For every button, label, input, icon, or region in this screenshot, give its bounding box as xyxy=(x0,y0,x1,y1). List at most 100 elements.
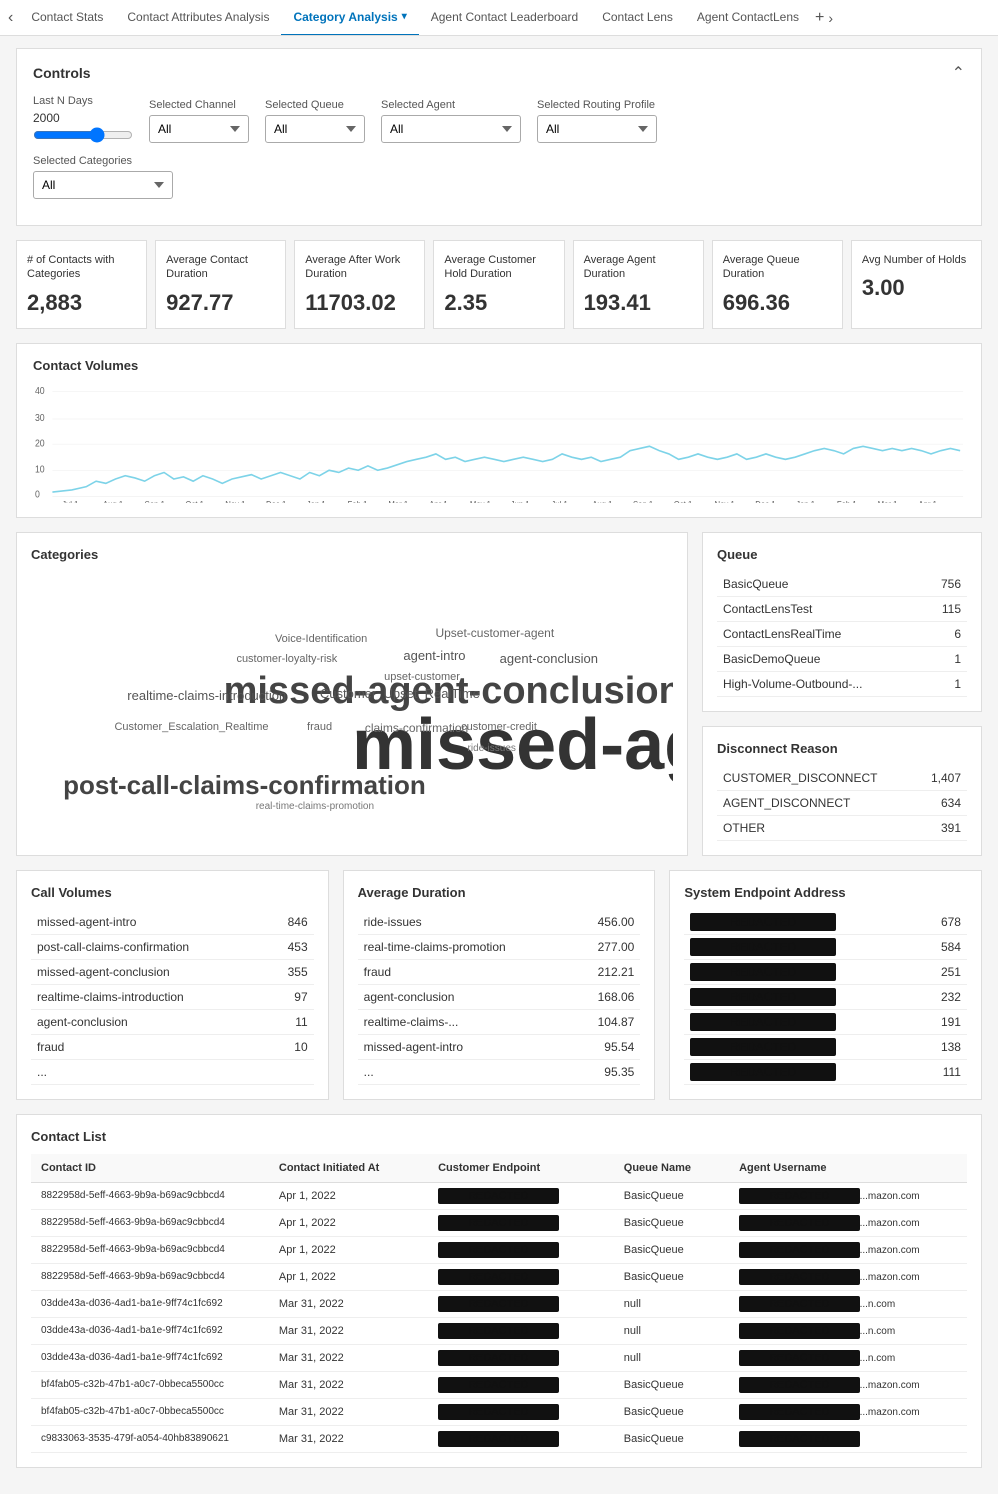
word-cloud-item[interactable]: upset-customer xyxy=(384,672,460,683)
contact-endpoint: REDACTED xyxy=(428,1398,614,1425)
word-cloud-item[interactable]: Upset-customer-agent xyxy=(435,627,554,639)
queue-row: ContactLensRealTime6 xyxy=(717,621,967,646)
selected-agent-group: Selected Agent All xyxy=(381,99,521,143)
contact-queue: BasicQueue xyxy=(614,1371,729,1398)
endpoint-count: 678 xyxy=(919,910,967,935)
word-cloud-item[interactable]: realtime-claims-introduction xyxy=(127,689,286,702)
contact-endpoint: REDACTED xyxy=(428,1425,614,1452)
call-volume-count: 11 xyxy=(267,1009,313,1034)
selected-agent-select[interactable]: All xyxy=(381,115,521,143)
avg-duration-category: agent-conclusion xyxy=(358,984,573,1009)
svg-text:Feb 1..: Feb 1.. xyxy=(348,500,372,503)
queue-table: BasicQueue756ContactLensTest115ContactLe… xyxy=(717,572,967,697)
word-cloud-item[interactable]: Customer_Escalation_Realtime xyxy=(114,722,268,733)
queue-count: 115 xyxy=(923,596,967,621)
queue-name: BasicDemoQueue xyxy=(717,646,923,671)
selected-routing-profile-group: Selected Routing Profile All xyxy=(537,99,657,143)
endpoint-row: REDACTED111 xyxy=(684,1059,967,1084)
contact-row: bf4fab05-c32b-47b1-a0c7-0bbeca5500cc Mar… xyxy=(31,1371,967,1398)
contact-agent: REDACTED...mazon.com xyxy=(729,1209,967,1236)
call-volumes-table: missed-agent-intro846post-call-claims-co… xyxy=(31,910,314,1085)
queue-row: BasicQueue756 xyxy=(717,572,967,597)
tab-category-analysis[interactable]: Category Analysis ▾ xyxy=(281,0,418,36)
metric-avg-queue-label: Average Queue Duration xyxy=(723,253,832,282)
endpoint-count: 138 xyxy=(919,1034,967,1059)
contact-initiated: Apr 1, 2022 xyxy=(269,1263,428,1290)
tab-agent-leaderboard[interactable]: Agent Contact Leaderboard xyxy=(419,0,590,36)
svg-text:Oct 1..: Oct 1.. xyxy=(185,500,208,503)
word-cloud-item[interactable]: claims-confirmation xyxy=(365,722,468,734)
svg-text:30: 30 xyxy=(35,412,45,423)
word-cloud-item[interactable]: Customer_Upset_RealTime xyxy=(320,687,480,700)
svg-text:Dec 1..: Dec 1.. xyxy=(266,500,291,503)
svg-text:Sep 1..: Sep 1.. xyxy=(633,500,658,503)
call-volume-category: post-call-claims-confirmation xyxy=(31,934,267,959)
tab-contact-stats[interactable]: Contact Stats xyxy=(19,0,115,36)
avg-duration-value: 277.00 xyxy=(572,934,640,959)
tab-more-icon[interactable]: › xyxy=(828,10,833,26)
endpoint-address: REDACTED xyxy=(684,984,919,1009)
contact-id: c9833063-3535-479f-a054-40hb83890621 xyxy=(31,1425,269,1452)
tab-contact-attributes[interactable]: Contact Attributes Analysis xyxy=(115,0,281,36)
selected-routing-profile-select[interactable]: All xyxy=(537,115,657,143)
avg-duration-row: ...95.35 xyxy=(358,1059,641,1084)
queue-panel: Queue BasicQueue756ContactLensTest115Con… xyxy=(702,532,982,712)
metric-avg-queue-duration: Average Queue Duration 696.36 xyxy=(712,240,843,329)
col-queue: Queue Name xyxy=(614,1154,729,1183)
endpoint-address: REDACTED xyxy=(684,959,919,984)
queue-name: BasicQueue xyxy=(717,572,923,597)
endpoint-row: REDACTED251 xyxy=(684,959,967,984)
controls-collapse-button[interactable]: ⌃ xyxy=(952,63,965,83)
last-n-days-label: Last N Days xyxy=(33,95,133,107)
word-cloud-item[interactable]: agent-conclusion xyxy=(500,652,598,665)
svg-text:Sep 1..: Sep 1.. xyxy=(145,500,170,503)
endpoint-address: REDACTED xyxy=(684,910,919,935)
queue-count: 1 xyxy=(923,646,967,671)
call-volume-row: post-call-claims-confirmation453 xyxy=(31,934,314,959)
word-cloud-item[interactable]: real-time-claims-promotion xyxy=(256,802,374,812)
contact-initiated: Mar 31, 2022 xyxy=(269,1398,428,1425)
word-cloud-item[interactable]: customer-loyalty-risk xyxy=(236,654,337,665)
svg-text:Apr 1..: Apr 1.. xyxy=(918,500,941,503)
svg-text:Dec 1..: Dec 1.. xyxy=(755,500,780,503)
tab-prev-arrow[interactable]: ‹ xyxy=(8,9,13,27)
system-endpoint-panel: System Endpoint Address REDACTED678REDAC… xyxy=(669,870,982,1100)
selected-categories-select[interactable]: All xyxy=(33,171,173,199)
chart-area: 40 30 20 10 0 Jul 1.. Aug 1.. Sep 1.. Oc… xyxy=(33,383,965,503)
call-volume-row: agent-conclusion11 xyxy=(31,1009,314,1034)
word-cloud-item[interactable]: agent-intro xyxy=(403,649,465,662)
tab-contact-lens[interactable]: Contact Lens xyxy=(590,0,685,36)
selected-channel-select[interactable]: All xyxy=(149,115,249,143)
last-n-days-slider[interactable] xyxy=(33,127,133,143)
disconnect-table: CUSTOMER_DISCONNECT1,407AGENT_DISCONNECT… xyxy=(717,766,967,841)
word-cloud-item[interactable]: fraud xyxy=(307,722,332,733)
selected-queue-label: Selected Queue xyxy=(265,99,365,111)
avg-duration-value: 104.87 xyxy=(572,1009,640,1034)
word-cloud-item[interactable]: ride-issues xyxy=(468,744,516,754)
avg-duration-value: 456.00 xyxy=(572,910,640,935)
word-cloud-item[interactable]: post-call-claims-confirmation xyxy=(63,772,426,798)
contact-endpoint: REDACTED xyxy=(428,1209,614,1236)
add-tab-button[interactable]: + xyxy=(815,9,824,27)
contact-initiated: Mar 31, 2022 xyxy=(269,1371,428,1398)
svg-text:0: 0 xyxy=(35,489,40,500)
selected-queue-select[interactable]: All xyxy=(265,115,365,143)
tab-agent-contactlens[interactable]: Agent ContactLens xyxy=(685,0,811,36)
contact-queue: BasicQueue xyxy=(614,1425,729,1452)
contact-id: 03dde43a-d036-4ad1-ba1e-9ff74c1fc692 xyxy=(31,1344,269,1371)
endpoint-count: 232 xyxy=(919,984,967,1009)
metric-avg-contact-duration: Average Contact Duration 927.77 xyxy=(155,240,286,329)
avg-duration-row: real-time-claims-promotion277.00 xyxy=(358,934,641,959)
last-n-days-group: Last N Days 2000 xyxy=(33,95,133,143)
word-cloud-item[interactable]: customer-credit xyxy=(461,722,537,733)
queue-row: BasicDemoQueue1 xyxy=(717,646,967,671)
avg-duration-table: ride-issues456.00real-time-claims-promot… xyxy=(358,910,641,1085)
contact-agent: REDACTED...mazon.com xyxy=(729,1182,967,1209)
contact-row: c9833063-3535-479f-a054-40hb83890621 Mar… xyxy=(31,1425,967,1452)
contact-endpoint: REDACTED xyxy=(428,1344,614,1371)
contact-agent: REDACTED...n.com xyxy=(729,1290,967,1317)
contact-queue: BasicQueue xyxy=(614,1182,729,1209)
word-cloud: missed-agent-intropost-call-claims-confi… xyxy=(31,572,673,822)
word-cloud-item[interactable]: Voice-Identification xyxy=(275,634,367,645)
contact-id: 03dde43a-d036-4ad1-ba1e-9ff74c1fc692 xyxy=(31,1290,269,1317)
